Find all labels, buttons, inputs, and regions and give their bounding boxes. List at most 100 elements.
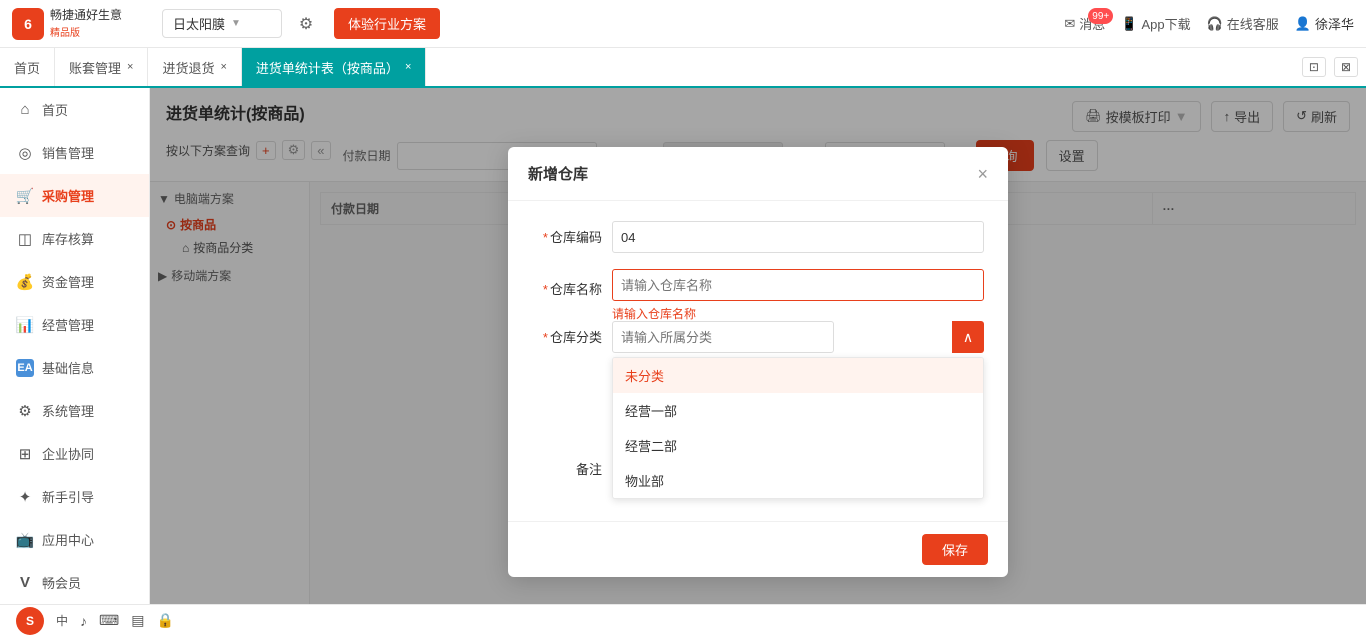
sidebar: ⌂ 首页 ◎ 销售管理 🛒 采购管理 ◫ 库存核算 💰 资金管理 📊 经营管理 … <box>0 88 150 636</box>
warehouse-category-label: 仓库分类 <box>532 321 612 346</box>
sidebar-item-purchase[interactable]: 🛒 采购管理 <box>0 174 149 217</box>
sidebar-inventory-label: 库存核算 <box>42 229 94 248</box>
sidebar-enterprise-label: 企业协同 <box>42 444 94 463</box>
top-header: 6 畅捷通好生意 精品版 日太阳膜 ▼ ⚙ 体验行业方案 ✉ 消息 99+ 📱 … <box>0 0 1366 48</box>
trial-button[interactable]: 体验行业方案 <box>334 8 440 39</box>
tab-purchase-stats-close-icon[interactable]: × <box>405 61 411 73</box>
sidebar-system-label: 系统管理 <box>42 401 94 420</box>
user-avatar[interactable]: 👤 徐泽华 <box>1295 14 1354 33</box>
app-logo-title: 畅捷通好生意 <box>50 8 122 24</box>
messages-button[interactable]: ✉ 消息 99+ <box>1064 14 1105 33</box>
sidebar-sales-label: 销售管理 <box>42 143 94 162</box>
sidebar-capital-label: 资金管理 <box>42 272 94 291</box>
warehouse-code-input[interactable] <box>612 221 984 253</box>
online-service-button[interactable]: 🎧 在线客服 <box>1207 14 1279 33</box>
sidebar-vip-label: 畅会员 <box>42 573 81 592</box>
header-right-section: ✉ 消息 99+ 📱 App下载 🎧 在线客服 👤 徐泽华 <box>1064 14 1354 33</box>
sidebar-item-enterprise[interactable]: ⊞ 企业协同 <box>0 432 149 475</box>
tab-restore-button[interactable]: ⊡ <box>1302 57 1326 77</box>
sidebar-item-home[interactable]: ⌂ 首页 <box>0 88 149 131</box>
save-button[interactable]: 保存 <box>922 534 988 565</box>
category-dropdown-button[interactable]: ∧ <box>952 321 984 353</box>
warehouse-category-wrap: ∧ <box>612 321 984 353</box>
operations-icon: 📊 <box>16 316 34 334</box>
dialog-close-button[interactable]: × <box>977 165 988 183</box>
status-bar: S 中 ♪ ⌨ ▤ 🔒 <box>0 604 1366 636</box>
messages-badge: 99+ <box>1088 8 1113 24</box>
sales-icon: ◎ <box>16 144 34 162</box>
purchase-icon: 🛒 <box>16 187 34 205</box>
sidebar-item-basic[interactable]: EA 基础信息 <box>0 346 149 389</box>
tab-purchase-stats[interactable]: 进货单统计表（按商品） × <box>242 48 426 87</box>
dropdown-item-dept1[interactable]: 经营一部 <box>613 393 983 428</box>
warehouse-name-error: 请输入仓库名称 <box>612 305 696 322</box>
tab-return-label: 进货退货 <box>162 58 214 77</box>
capital-icon: 💰 <box>16 273 34 291</box>
tab-purchase-stats-label: 进货单统计表（按商品） <box>256 58 399 77</box>
settings-gear-icon[interactable]: ⚙ <box>290 8 322 40</box>
warehouse-name-row: 仓库名称 请输入仓库名称 <box>532 269 984 301</box>
warehouse-note-label: 备注 <box>532 453 612 478</box>
sidebar-item-operations[interactable]: 📊 经营管理 <box>0 303 149 346</box>
basic-ea-icon: EA <box>16 359 34 377</box>
home-icon: ⌂ <box>16 101 34 119</box>
logo-area: 6 畅捷通好生意 精品版 <box>12 8 162 40</box>
status-s-icon: S <box>16 607 44 635</box>
store-name: 日太阳膜 <box>173 14 225 33</box>
user-name: 徐泽华 <box>1315 14 1354 33</box>
dialog-header: 新增仓库 × <box>508 147 1008 201</box>
tab-bar-right: ⊡ ⊠ <box>1302 57 1366 77</box>
appcenter-icon: 📺 <box>16 531 34 549</box>
sidebar-item-vip[interactable]: V 畅会员 <box>0 561 149 604</box>
app-logo-icon: 6 <box>12 8 44 40</box>
sidebar-operations-label: 经营管理 <box>42 315 94 334</box>
vip-icon: V <box>16 574 34 592</box>
app-download-button[interactable]: 📱 App下载 <box>1121 14 1190 33</box>
status-music-icon: ♪ <box>80 613 87 629</box>
warehouse-name-input[interactable] <box>612 269 984 301</box>
sidebar-item-system[interactable]: ⚙ 系统管理 <box>0 389 149 432</box>
tab-return[interactable]: 进货退货 × <box>148 48 241 87</box>
dropdown-item-dept2[interactable]: 经营二部 <box>613 428 983 463</box>
store-dropdown-arrow: ▼ <box>231 18 241 29</box>
new-warehouse-dialog: 新增仓库 × 仓库编码 仓库名称 请输入仓库名 <box>508 147 1008 577</box>
guide-icon: ✦ <box>16 488 34 506</box>
sidebar-item-capital[interactable]: 💰 资金管理 <box>0 260 149 303</box>
dialog-body: 仓库编码 仓库名称 请输入仓库名称 仓库分类 <box>508 201 1008 521</box>
modal-overlay: 新增仓库 × 仓库编码 仓库名称 请输入仓库名 <box>150 88 1366 636</box>
dropdown-item-dept3[interactable]: 物业部 <box>613 463 983 498</box>
tab-account[interactable]: 账套管理 × <box>55 48 148 87</box>
tab-home-label: 首页 <box>14 58 40 77</box>
enterprise-icon: ⊞ <box>16 445 34 463</box>
app-download-label: App下载 <box>1141 14 1190 33</box>
status-lock-icon: 🔒 <box>156 612 173 629</box>
dialog-title: 新增仓库 <box>528 163 588 184</box>
warehouse-code-row: 仓库编码 <box>532 221 984 253</box>
warehouse-category-row: 仓库分类 ∧ 未分类 经营一部 经营二部 物业部 <box>532 321 984 353</box>
sidebar-guide-label: 新手引导 <box>42 487 94 506</box>
sidebar-appcenter-label: 应用中心 <box>42 530 94 549</box>
tab-expand-button[interactable]: ⊠ <box>1334 57 1358 77</box>
tab-return-close-icon[interactable]: × <box>220 61 226 73</box>
status-menu-icon: ▤ <box>131 612 144 629</box>
sidebar-item-appcenter[interactable]: 📺 应用中心 <box>0 518 149 561</box>
tab-bar: 首页 账套管理 × 进货退货 × 进货单统计表（按商品） × ⊡ ⊠ <box>0 48 1366 88</box>
sidebar-item-guide[interactable]: ✦ 新手引导 <box>0 475 149 518</box>
sidebar-purchase-label: 采购管理 <box>42 186 94 205</box>
sidebar-item-sales[interactable]: ◎ 销售管理 <box>0 131 149 174</box>
content-area: 进货单统计(按商品) 🖨 按模板打印 ▼ ↑ 导出 ↺ 刷新 <box>150 88 1366 636</box>
status-text-zh: 中 <box>56 612 68 629</box>
tab-home[interactable]: 首页 <box>0 48 55 87</box>
sidebar-basic-label: 基础信息 <box>42 358 94 377</box>
dropdown-item-unclassified[interactable]: 未分类 <box>613 358 983 393</box>
dialog-footer: 保存 <box>508 521 1008 577</box>
tab-account-label: 账套管理 <box>69 58 121 77</box>
store-selector[interactable]: 日太阳膜 ▼ <box>162 9 282 38</box>
tab-account-close-icon[interactable]: × <box>127 61 133 73</box>
warehouse-category-input[interactable] <box>612 321 834 353</box>
sidebar-item-inventory[interactable]: ◫ 库存核算 <box>0 217 149 260</box>
warehouse-name-label: 仓库名称 <box>532 273 612 298</box>
category-dropdown-list: 未分类 经营一部 经营二部 物业部 <box>612 357 984 499</box>
main-layout: ⌂ 首页 ◎ 销售管理 🛒 采购管理 ◫ 库存核算 💰 资金管理 📊 经营管理 … <box>0 88 1366 636</box>
headset-icon: 🎧 <box>1207 16 1223 32</box>
